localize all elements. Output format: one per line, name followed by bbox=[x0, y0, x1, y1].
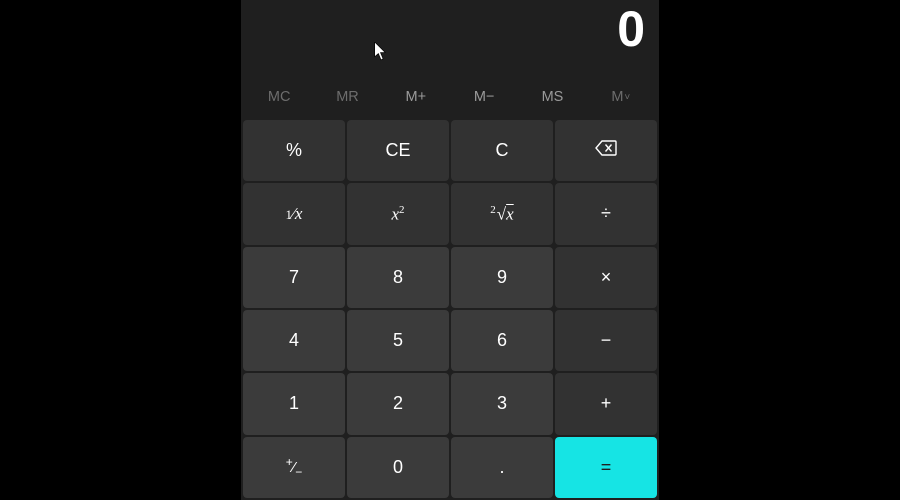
digit-8[interactable]: 8 bbox=[347, 247, 449, 308]
minus-button[interactable]: − bbox=[555, 310, 657, 371]
digit-4[interactable]: 4 bbox=[243, 310, 345, 371]
display-value: 0 bbox=[617, 4, 645, 54]
memory-row: MC MR M+ M− MS M˅ bbox=[241, 76, 659, 118]
multiply-button[interactable]: × bbox=[555, 247, 657, 308]
memory-add[interactable]: M+ bbox=[382, 79, 450, 115]
divide-button[interactable]: ÷ bbox=[555, 183, 657, 244]
memory-list: M˅ bbox=[587, 79, 655, 115]
plus-button[interactable]: + bbox=[555, 373, 657, 434]
digit-0[interactable]: 0 bbox=[347, 437, 449, 498]
digit-9[interactable]: 9 bbox=[451, 247, 553, 308]
clear-button[interactable]: C bbox=[451, 120, 553, 181]
digit-6[interactable]: 6 bbox=[451, 310, 553, 371]
display-area: 0 bbox=[241, 0, 659, 76]
memory-recall: MR bbox=[313, 79, 381, 115]
digit-5[interactable]: 5 bbox=[347, 310, 449, 371]
digit-7[interactable]: 7 bbox=[243, 247, 345, 308]
decimal-button[interactable]: . bbox=[451, 437, 553, 498]
digit-3[interactable]: 3 bbox=[451, 373, 553, 434]
memory-store[interactable]: MS bbox=[518, 79, 586, 115]
chevron-down-icon: ˅ bbox=[624, 92, 630, 103]
digit-1[interactable]: 1 bbox=[243, 373, 345, 434]
reciprocal-button[interactable]: 1⁄x bbox=[243, 183, 345, 244]
backspace-button[interactable] bbox=[555, 120, 657, 181]
memory-clear: MC bbox=[245, 79, 313, 115]
sqrt-button[interactable]: 2√x bbox=[451, 183, 553, 244]
calculator-window: 0 MC MR M+ M− MS M˅ % CE C 1⁄x bbox=[241, 0, 659, 500]
clear-entry-button[interactable]: CE bbox=[347, 120, 449, 181]
memory-subtract[interactable]: M− bbox=[450, 79, 518, 115]
digit-2[interactable]: 2 bbox=[347, 373, 449, 434]
keypad: % CE C 1⁄x x2 2√x ÷ 7 8 9 × 4 5 bbox=[241, 118, 659, 500]
percent-button[interactable]: % bbox=[243, 120, 345, 181]
equals-button[interactable]: = bbox=[555, 437, 657, 498]
square-button[interactable]: x2 bbox=[347, 183, 449, 244]
negate-button[interactable]: +⁄− bbox=[243, 437, 345, 498]
backspace-icon bbox=[595, 140, 617, 161]
